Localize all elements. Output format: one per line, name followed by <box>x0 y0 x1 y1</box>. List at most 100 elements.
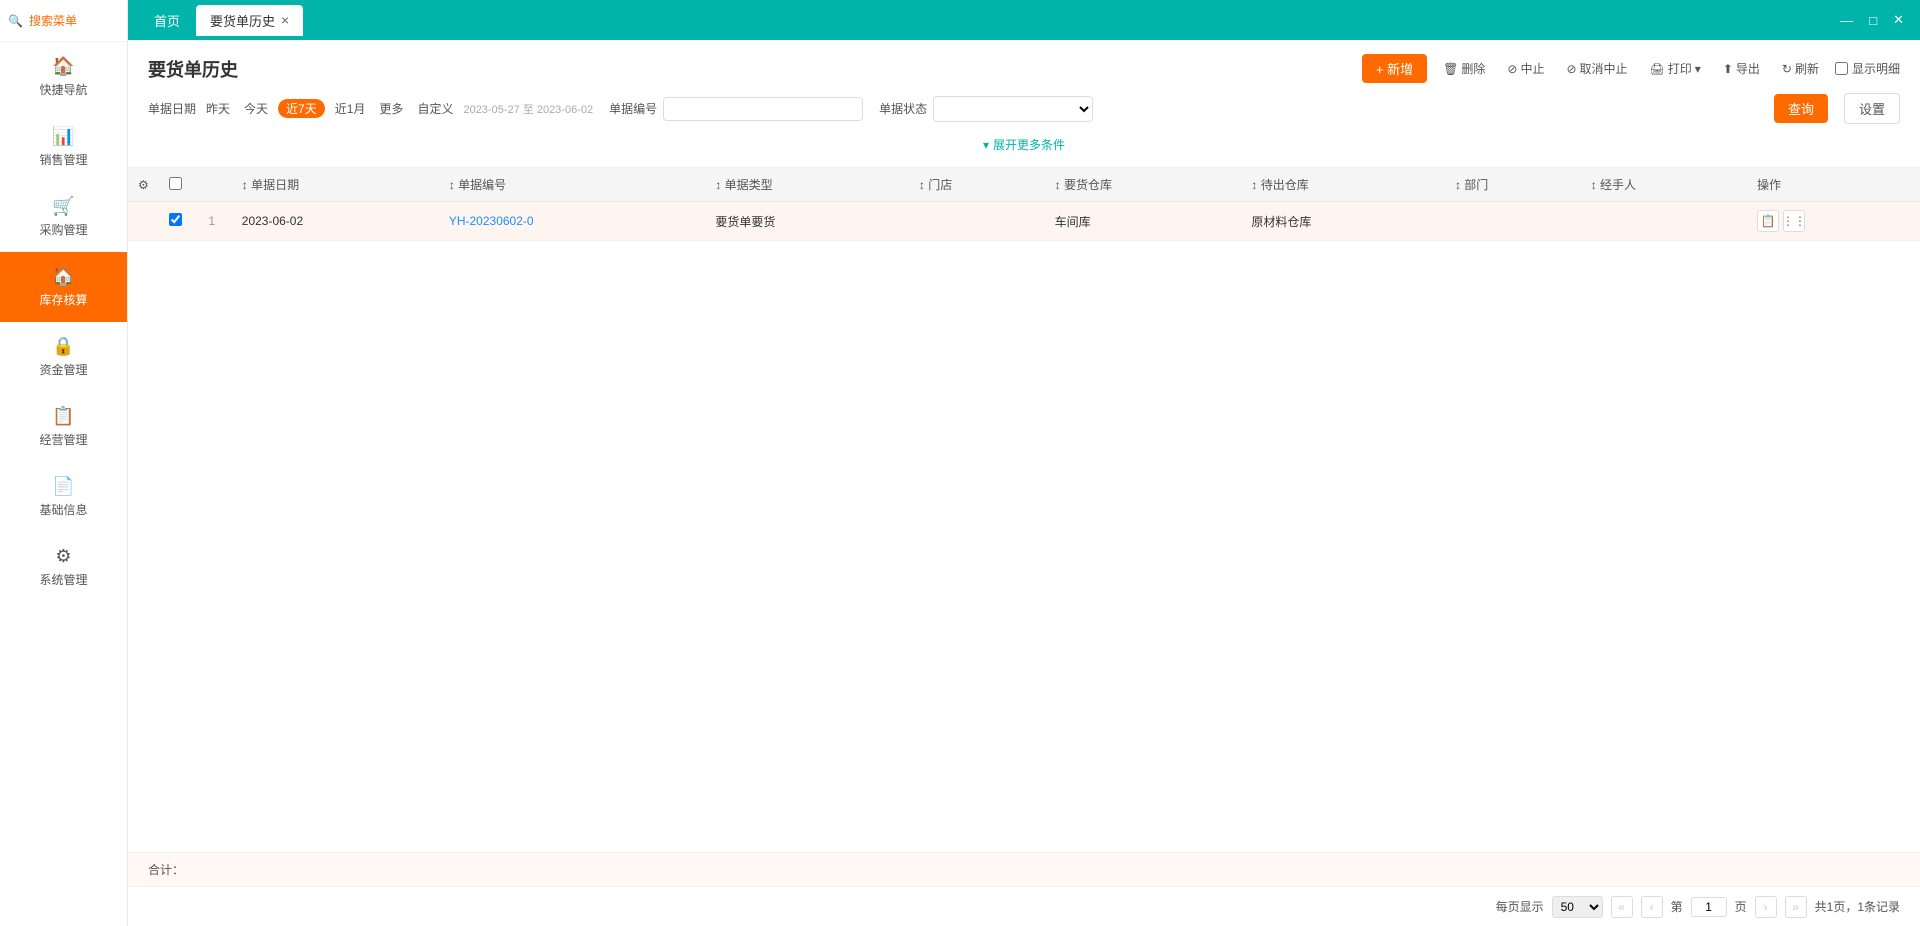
col-checkbox <box>159 168 192 202</box>
sidebar-item-system[interactable]: ⚙ 系统管理 <box>0 532 127 602</box>
settings-btn-label: 设置 <box>1859 99 1885 118</box>
sidebar-item-inventory[interactable]: 🏠 库存核算 <box>0 252 127 322</box>
col-req-warehouse[interactable]: ↕ 要货仓库 <box>1045 168 1242 202</box>
col-operations-label: 操作 <box>1757 178 1781 192</box>
new-button[interactable]: + 新增 <box>1362 54 1427 83</box>
shortcut-7days[interactable]: 近7天 <box>278 99 325 118</box>
col-bill-date[interactable]: ↕ 单据日期 <box>232 168 439 202</box>
row-edit-btn[interactable]: 📋 <box>1757 210 1779 232</box>
sidebar-item-operations[interactable]: 📋 经营管理 <box>0 392 127 462</box>
export-icon: ⬆ <box>1723 62 1733 76</box>
table-row: 1 2023-06-02 YH-20230602-0 要货单要货 车间库 原材料… <box>128 202 1920 241</box>
sidebar: 🔍 搜索菜单 🏠 快捷导航 📊 销售管理 🛒 采购管理 🏠 库存核算 🔒 资金管… <box>0 0 128 926</box>
row-seq: 1 <box>192 202 232 241</box>
status-label: 单据状态 <box>879 100 927 117</box>
sidebar-item-finance[interactable]: 🔒 资金管理 <box>0 322 127 392</box>
col-operations: 操作 <box>1747 168 1920 202</box>
pagination-next-btn[interactable]: › <box>1755 896 1777 918</box>
select-all-checkbox[interactable] <box>169 177 182 190</box>
date-shortcuts: 昨天 今天 近7天 近1月 更多 自定义 <box>202 99 457 118</box>
tab-close-icon[interactable]: × <box>281 12 289 28</box>
bill-no-link[interactable]: YH-20230602-0 <box>449 214 534 228</box>
tab-home-label: 首页 <box>154 11 180 30</box>
col-department-label: ↕ 部门 <box>1455 178 1488 192</box>
col-pending-warehouse[interactable]: ↕ 待出仓库 <box>1241 168 1445 202</box>
home-icon: 🏠 <box>52 56 74 77</box>
status-select[interactable] <box>933 96 1093 122</box>
table-header-row: ⚙ ↕ 单据日期 ↕ 单据编号 ↕ 单据类型 <box>128 168 1920 202</box>
query-button[interactable]: 查询 <box>1774 94 1828 123</box>
row-bill-no: YH-20230602-0 <box>439 202 705 241</box>
new-btn-label: + 新增 <box>1376 59 1413 78</box>
show-detail-checkbox[interactable]: 显示明细 <box>1835 60 1900 77</box>
settings-button[interactable]: 设置 <box>1844 93 1900 124</box>
shortcut-yesterday[interactable]: 昨天 <box>202 99 234 118</box>
content: 要货单历史 + 新增 🗑 删除 ⊘ 中止 ⊘ 取消中止 🖨 <box>128 40 1920 926</box>
col-handler[interactable]: ↕ 经手人 <box>1581 168 1747 202</box>
row-actions: 📋 ⋮⋮ <box>1747 202 1920 241</box>
col-department[interactable]: ↕ 部门 <box>1445 168 1581 202</box>
refresh-icon: ↻ <box>1782 62 1792 76</box>
pagination-last-btn[interactable]: » <box>1785 896 1807 918</box>
refresh-button[interactable]: ↻ 刷新 <box>1776 56 1825 81</box>
shortcut-today[interactable]: 今天 <box>240 99 272 118</box>
shortcut-1month[interactable]: 近1月 <box>331 99 370 118</box>
sidebar-item-label: 系统管理 <box>39 571 87 588</box>
pagination-first-btn[interactable]: « <box>1611 896 1633 918</box>
tab-active[interactable]: 要货单历史 × <box>196 5 303 36</box>
query-btn-label: 查询 <box>1788 99 1814 118</box>
row-pending-warehouse: 原材料仓库 <box>1241 202 1445 241</box>
col-settings[interactable]: ⚙ <box>128 168 159 202</box>
delete-btn-label: 删除 <box>1461 60 1485 77</box>
data-table: ⚙ ↕ 单据日期 ↕ 单据编号 ↕ 单据类型 <box>128 168 1920 241</box>
date-filter-label: 单据日期 <box>148 100 196 117</box>
filter-row-1: 单据日期 昨天 今天 近7天 近1月 更多 自定义 2023-05-27 至 2… <box>148 93 1900 124</box>
row-bill-type: 要货单要货 <box>705 202 909 241</box>
window-minimize-btn[interactable]: — <box>1836 11 1857 30</box>
page-input[interactable] <box>1691 897 1727 917</box>
filter-area: 单据日期 昨天 今天 近7天 近1月 更多 自定义 2023-05-27 至 2… <box>128 83 1920 168</box>
sidebar-item-label: 快捷导航 <box>39 81 87 98</box>
row-select-checkbox[interactable] <box>169 213 182 226</box>
per-page-select[interactable]: 50 100 200 <box>1552 896 1603 918</box>
window-maximize-btn[interactable]: □ <box>1865 11 1881 30</box>
sidebar-item-quick-nav[interactable]: 🏠 快捷导航 <box>0 42 127 112</box>
col-pending-warehouse-label: ↕ 待出仓库 <box>1251 178 1308 192</box>
tab-home[interactable]: 首页 <box>140 5 194 36</box>
expand-label: 展开更多条件 <box>993 136 1065 153</box>
shortcut-custom[interactable]: 自定义 <box>413 99 457 118</box>
col-bill-no-label: ↕ 单据编号 <box>449 178 506 192</box>
col-bill-type[interactable]: ↕ 单据类型 <box>705 168 909 202</box>
sidebar-item-purchase[interactable]: 🛒 采购管理 <box>0 182 127 252</box>
table-body: 1 2023-06-02 YH-20230602-0 要货单要货 车间库 原材料… <box>128 202 1920 241</box>
sidebar-item-label: 经营管理 <box>39 431 87 448</box>
col-bill-no[interactable]: ↕ 单据编号 <box>439 168 705 202</box>
sidebar-item-label: 资金管理 <box>39 361 87 378</box>
page-label2: 页 <box>1735 898 1747 915</box>
delete-button[interactable]: 🗑 删除 <box>1437 56 1491 81</box>
window-close-btn[interactable]: ✕ <box>1889 10 1908 30</box>
sidebar-item-basic-info[interactable]: 📄 基础信息 <box>0 462 127 532</box>
row-req-warehouse: 车间库 <box>1045 202 1242 241</box>
print-button[interactable]: 🖨 打印 ▾ <box>1644 56 1707 81</box>
pagination-prev-btn[interactable]: ‹ <box>1641 896 1663 918</box>
stop-button[interactable]: ⊘ 中止 <box>1501 56 1550 81</box>
expand-more-btn[interactable]: ▾ 展开更多条件 <box>148 132 1900 157</box>
export-button[interactable]: ⬆ 导出 <box>1717 56 1766 81</box>
cancel-stop-button[interactable]: ⊘ 取消中止 <box>1560 56 1633 81</box>
table-footer: 合计： <box>128 852 1920 886</box>
show-detail-input[interactable] <box>1835 62 1848 75</box>
cancel-stop-btn-label: 取消中止 <box>1580 60 1628 77</box>
pagination: 每页显示 50 100 200 « ‹ 第 页 › » 共1页，1条记录 <box>128 886 1920 926</box>
sidebar-search[interactable]: 🔍 搜索菜单 <box>0 0 127 42</box>
inventory-icon: 🏠 <box>52 266 74 287</box>
expand-icon: ▾ <box>983 138 989 152</box>
sidebar-item-sales[interactable]: 📊 销售管理 <box>0 112 127 182</box>
shortcut-more[interactable]: 更多 <box>375 99 407 118</box>
col-store[interactable]: ↕ 门店 <box>909 168 1045 202</box>
row-more-btn[interactable]: ⋮⋮ <box>1783 210 1805 232</box>
status-filter: 单据状态 <box>879 96 1093 122</box>
table-container: ⚙ ↕ 单据日期 ↕ 单据编号 ↕ 单据类型 <box>128 168 1920 852</box>
bill-no-input[interactable] <box>663 97 863 121</box>
page-title: 要货单历史 <box>148 56 238 82</box>
